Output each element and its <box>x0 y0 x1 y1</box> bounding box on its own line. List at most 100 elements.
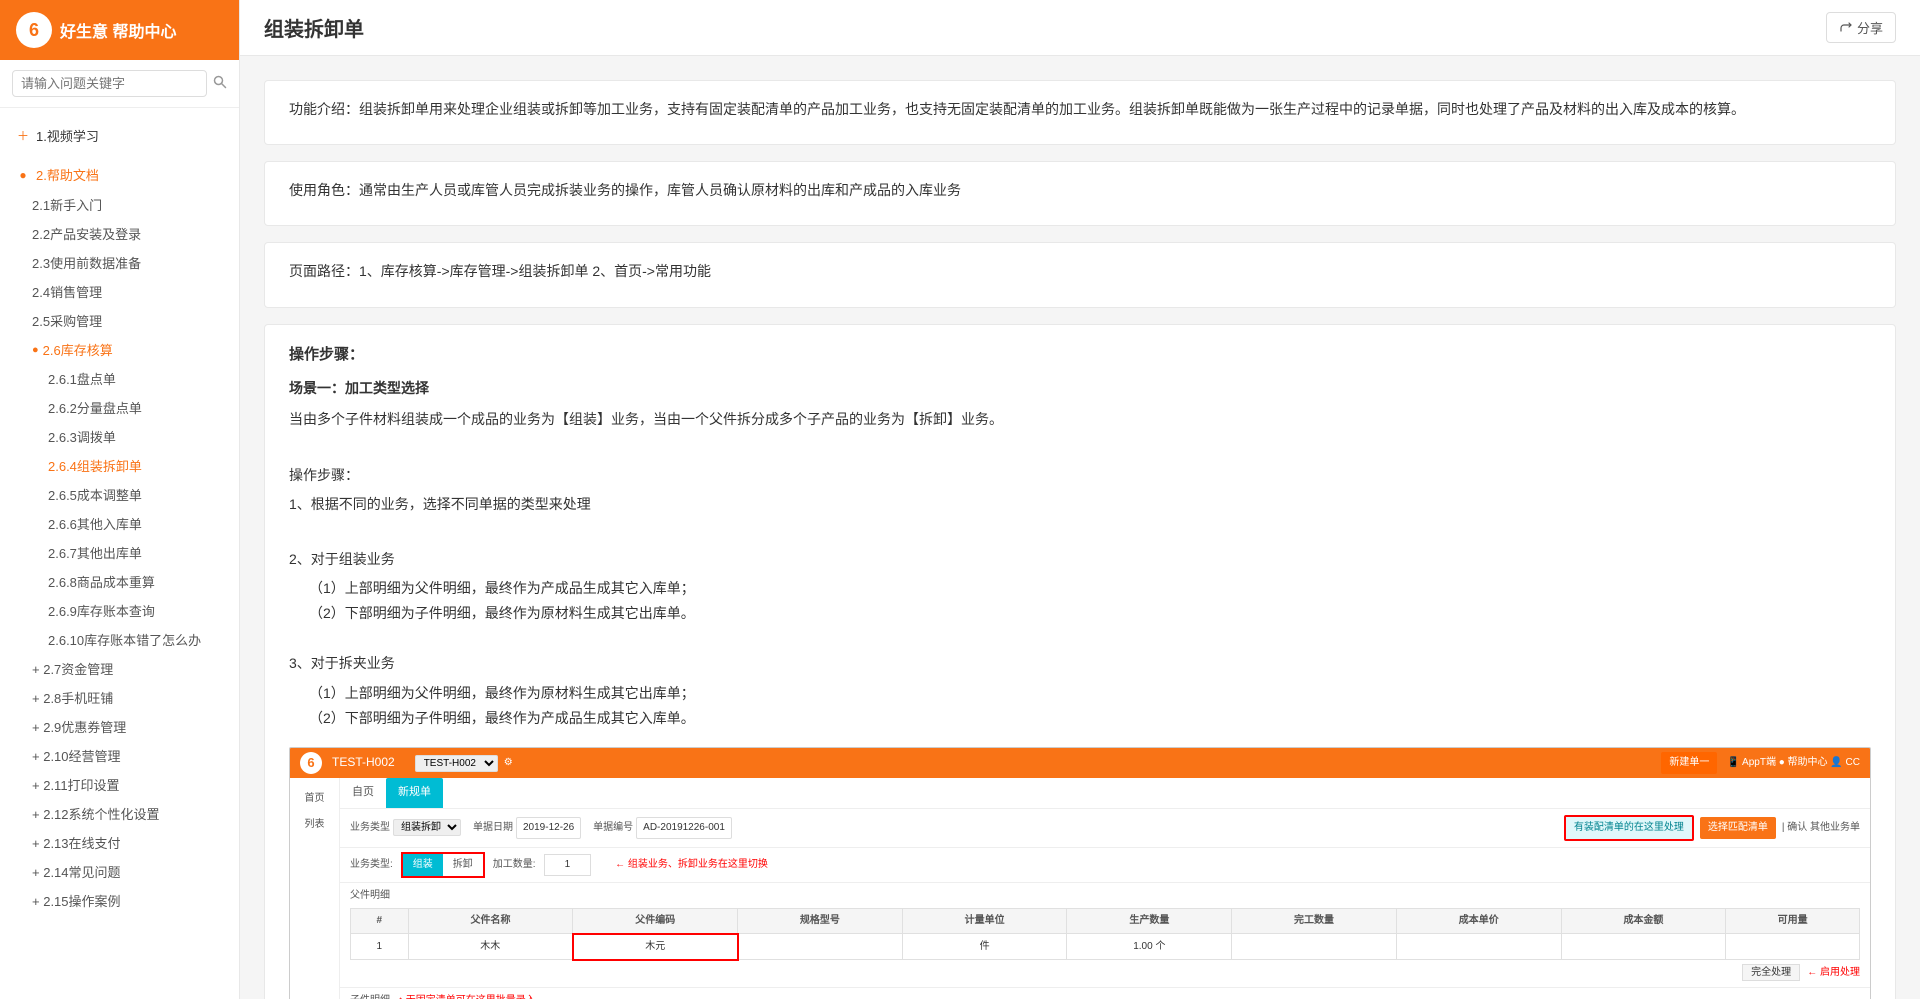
sidebar-item-2-6-6[interactable]: 2.6.6其他入库单 <box>0 509 239 538</box>
sidebar-item-2-6-7[interactable]: 2.6.7其他出库单 <box>0 538 239 567</box>
lower-table-title-row: 子件明细 ↑ 无固定清单可在这里批量录入 <box>350 992 1860 999</box>
enable-btn[interactable]: 完全处理 <box>1742 964 1800 981</box>
sidebar-item-2-11[interactable]: + 2.11打印设置 <box>0 770 239 799</box>
ops-steps-title: 操作步骤： <box>289 463 1871 488</box>
type-switch-box: 组装 拆卸 <box>401 852 485 878</box>
sidebar-item-2-12[interactable]: + 2.12系统个性化设置 <box>0 799 239 828</box>
screenshot-wrapper: 6 TEST-H002 TEST-H002 ⚙ 新建单一 📱 AppT端 ● 帮… <box>289 747 1871 999</box>
sidebar-item-2-6-3[interactable]: 2.6.3调拨单 <box>0 422 239 451</box>
sidebar-item-2-6-5[interactable]: 2.6.5成本调整单 <box>0 480 239 509</box>
upper-table-area: 父件明细 # 父件名称 父件编码 规格型号 计量单位 <box>340 883 1870 987</box>
sidebar-item-2-5[interactable]: 2.5采购管理 <box>0 306 239 335</box>
plus-icon: ＋ <box>16 129 30 143</box>
step2: 2、对于组装业务 <box>289 547 1871 572</box>
sidebar-header: 6 好生意 帮助中心 <box>0 0 239 60</box>
sidebar-item-2-13[interactable]: + 2.13在线支付 <box>0 828 239 857</box>
col-parent-code: 父件编码 <box>573 908 738 934</box>
main-area: 组装拆卸单 分享 功能介绍：组装拆卸单用来处理企业组装或拆卸等加工业务，支持有固… <box>240 0 1920 999</box>
sidebar-item-2-9[interactable]: + 2.9优惠券管理 <box>0 712 239 741</box>
annotation-enable: ← 启用处理 <box>1807 967 1860 978</box>
app-nav-home[interactable]: 首页 <box>290 786 339 812</box>
step1: 1、根据不同的业务，选择不同单据的类型来处理 <box>289 492 1871 517</box>
app-main-area: 自页 新规单 业务类型 组装拆卸 <box>340 778 1870 999</box>
upper-table-title: 父件明细 <box>350 887 1860 905</box>
step2-sub1: （1）上部明细为父件明细，最终作为产成品生成其它入库单； <box>309 576 1871 601</box>
sidebar-sub-items: 2.1新手入门 2.2产品安装及登录 2.3使用前数据准备 2.4销售管理 2.… <box>0 190 239 915</box>
sidebar-item-2-6-4[interactable]: 2.6.4组装拆卸单 <box>0 451 239 480</box>
page-title: 组装拆卸单 <box>264 13 364 42</box>
app-body: 首页 列表 自页 新规单 <box>290 778 1870 999</box>
sidebar-item-2-4[interactable]: 2.4销售管理 <box>0 277 239 306</box>
sidebar-item-2-6[interactable]: ● 2.6库存核算 <box>0 335 239 364</box>
nav-section-1: ＋ 1.视频学习 <box>0 116 239 155</box>
nav-section-2: ● 2.帮助文档 2.1新手入门 2.2产品安装及登录 2.3使用前数据准备 2… <box>0 155 239 919</box>
sidebar-item-2-2[interactable]: 2.2产品安装及登录 <box>0 219 239 248</box>
sidebar-item-2-3[interactable]: 2.3使用前数据准备 <box>0 248 239 277</box>
main-header: 组装拆卸单 分享 <box>240 0 1920 56</box>
app-title: 好生意 帮助中心 <box>60 18 176 42</box>
intro-text-3: 页面路径：1、库存核算->库存管理->组装拆卸单 2、首页->常用功能 <box>289 259 1871 284</box>
intro-card-2: 使用角色：通常由生产人员或库管人员完成拆装业务的操作，库管人员确认原材料的出库和… <box>264 161 1896 226</box>
app-topbar-orange: 6 TEST-H002 TEST-H002 ⚙ 新建单一 📱 AppT端 ● 帮… <box>290 748 1870 778</box>
app-type-switch-area: 业务类型: 组装 拆卸 加工数量: 1 ← 组装业务、拆卸业务在这里切换 <box>340 848 1870 883</box>
search-input[interactable] <box>12 70 207 97</box>
confirm-area: | 确认 其他业务单 <box>1782 819 1860 837</box>
type-option-2[interactable]: 拆卸 <box>443 854 483 876</box>
form-number-label: 单据编号 <box>593 819 633 837</box>
col-avail: 可用量 <box>1726 908 1860 934</box>
sidebar-item-2-7[interactable]: + 2.7资金管理 <box>0 654 239 683</box>
type-option-1[interactable]: 组装 <box>403 854 443 876</box>
form-right-area: 有装配清单的在这里处理 选择匹配清单 | 确认 其他业务单 <box>1564 815 1860 841</box>
sidebar-item-2-6-2[interactable]: 2.6.2分量盘点单 <box>0 393 239 422</box>
sidebar-item-docs[interactable]: ● 2.帮助文档 <box>0 159 239 190</box>
type-switch-label: 业务类型: <box>350 856 393 874</box>
sidebar-item-2-6-8[interactable]: 2.6.8商品成本重算 <box>0 567 239 596</box>
form-type-label: 业务类型 <box>350 819 390 837</box>
logo-icon: 6 <box>16 12 52 48</box>
app-form-header: 业务类型 组装拆卸 单据日期 2019-12-26 <box>340 809 1870 848</box>
col-seq: # <box>351 908 409 934</box>
scene1-desc: 当由多个子件材料组装成一个成品的业务为【组装】业务，当由一个父件拆分成多个子产品… <box>289 407 1871 432</box>
step3-sub2: （2）下部明细为子件明细，最终作为产成品生成其它入库单。 <box>309 706 1871 731</box>
sidebar-nav: ＋ 1.视频学习 ● 2.帮助文档 2.1新手入门 2.2产品安装及登录 2.3… <box>0 108 239 999</box>
ops-title: 操作步骤： <box>289 341 1871 368</box>
sidebar-item-2-6-9[interactable]: 2.6.9库存账本查询 <box>0 596 239 625</box>
sidebar-item-2-8[interactable]: + 2.8手机旺铺 <box>0 683 239 712</box>
qty-value: 1 <box>544 854 592 876</box>
col-parent-name: 父件名称 <box>408 908 573 934</box>
app-settings-icon[interactable]: ⚙ <box>504 754 513 772</box>
sidebar-item-2-1[interactable]: 2.1新手入门 <box>0 190 239 219</box>
qty-label: 加工数量: <box>493 856 536 874</box>
teal-annotation-text: 有装配清单的在这里处理 <box>1564 815 1694 841</box>
sidebar-sub-sub-items: 2.6.1盘点单 2.6.2分量盘点单 2.6.3调拨单 2.6.4组装拆卸单 … <box>0 364 239 654</box>
sidebar-item-videos[interactable]: ＋ 1.视频学习 <box>0 120 239 151</box>
col-done-qty: 完工数量 <box>1232 908 1397 934</box>
step3-sub1: （1）上部明细为父件明细，最终作为原材料生成其它出库单； <box>309 681 1871 706</box>
form-date-label: 单据日期 <box>473 819 513 837</box>
annotation-switch: ← 组装业务、拆卸业务在这里切换 <box>615 856 768 874</box>
sidebar-item-2-6-10[interactable]: 2.6.10库存账本错了怎么办 <box>0 625 239 654</box>
app-type-select[interactable]: TEST-H002 <box>415 755 498 772</box>
search-bar <box>0 60 239 108</box>
sidebar-item-2-14[interactable]: + 2.14常见问题 <box>0 857 239 886</box>
sidebar-item-2-15[interactable]: + 2.15操作案例 <box>0 886 239 915</box>
sidebar-item-2-10[interactable]: + 2.10经营管理 <box>0 741 239 770</box>
form-type-select[interactable]: 组装拆卸 <box>393 819 461 836</box>
app-tab-new[interactable]: 新规单 <box>386 778 443 808</box>
col-unit: 计量单位 <box>902 908 1067 934</box>
main-content: 功能介绍：组装拆卸单用来处理企业组装或拆卸等加工业务，支持有固定装配清单的产品加… <box>240 56 1920 999</box>
sidebar-item-2-6-1[interactable]: 2.6.1盘点单 <box>0 364 239 393</box>
share-icon <box>1839 21 1853 35</box>
app-nav-list[interactable]: 列表 <box>290 812 339 838</box>
search-icon[interactable] <box>213 75 227 92</box>
form-field-date: 单据日期 2019-12-26 <box>473 817 581 839</box>
select-config-btn[interactable]: 选择匹配清单 <box>1700 817 1776 839</box>
app-new-btn[interactable]: 新建单一 <box>1661 752 1717 774</box>
app-tab-home[interactable]: 自页 <box>340 778 386 808</box>
share-button[interactable]: 分享 <box>1826 12 1896 43</box>
step3-subs: （1）上部明细为父件明细，最终作为原材料生成其它出库单； （2）下部明细为子件明… <box>289 681 1871 731</box>
app-logo-icon: 6 <box>300 752 322 774</box>
lower-table-title: 子件明细 <box>350 992 390 999</box>
app-left-nav: 首页 列表 <box>290 778 340 999</box>
app-icons-area: 📱 AppT端 ● 帮助中心 👤 CC <box>1727 754 1860 772</box>
